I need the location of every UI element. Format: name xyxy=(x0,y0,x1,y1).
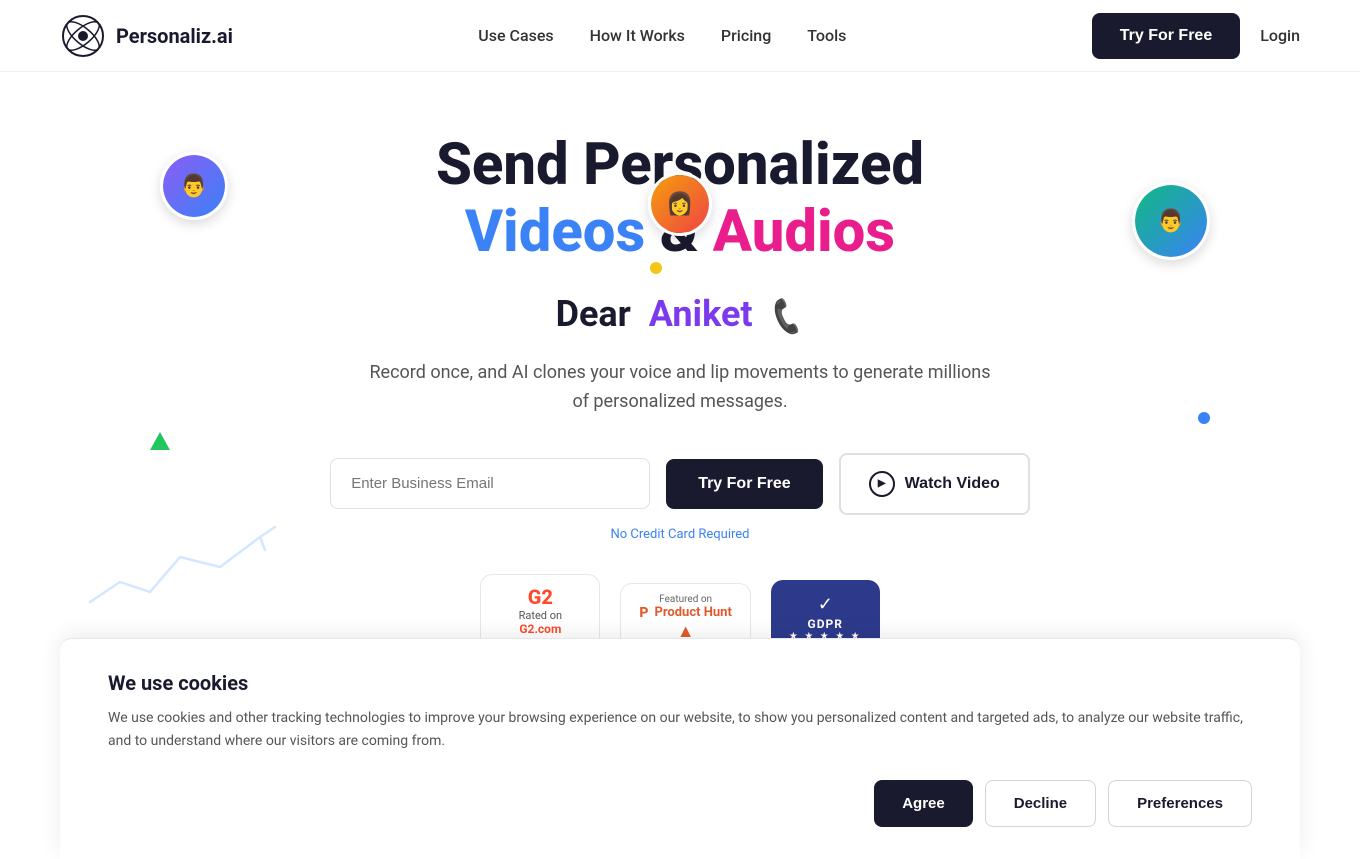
dot-blue-decor xyxy=(1198,412,1210,424)
navbar: Personaliz.ai Use Cases How It Works Pri… xyxy=(0,0,1360,72)
email-input[interactable] xyxy=(330,458,650,509)
avatar-left: 👨 xyxy=(160,152,228,220)
name-text: Aniket xyxy=(649,293,753,335)
cookie-preferences-button[interactable]: Preferences xyxy=(1108,780,1252,827)
nav-links: Use Cases How It Works Pricing Tools xyxy=(478,26,846,45)
g2-url: G2.com xyxy=(519,622,561,636)
gdpr-check-icon: ✓ xyxy=(818,594,833,615)
avatar-right: 👨 xyxy=(1132,182,1210,260)
cookie-title: We use cookies xyxy=(108,671,1252,695)
try-free-button[interactable]: Try For Free xyxy=(666,459,822,509)
hero-personal-line: Dear Aniket 📞 xyxy=(20,293,1340,335)
hero-section: 👩 👨 👨 Send Personalized Videos & Audios … xyxy=(0,72,1360,702)
triangle-green-decor xyxy=(150,432,170,450)
ph-name: Product Hunt xyxy=(654,605,731,620)
heading-videos: Videos xyxy=(465,198,645,266)
ph-featured-label: Featured on xyxy=(659,594,712,605)
g2-rated-label: Rated on xyxy=(519,609,562,622)
cta-row: Try For Free ▶ Watch Video xyxy=(20,453,1340,515)
cookie-body: We use cookies and other tracking techno… xyxy=(108,707,1252,752)
nav-try-button[interactable]: Try For Free xyxy=(1092,13,1240,59)
nav-use-cases[interactable]: Use Cases xyxy=(478,26,553,45)
logo-icon xyxy=(60,13,106,59)
nav-actions: Try For Free Login xyxy=(1092,13,1300,59)
hero-subtitle: Record once, and AI clones your voice an… xyxy=(20,359,1340,417)
gdpr-label: GDPR xyxy=(808,617,843,631)
cookie-agree-button[interactable]: Agree xyxy=(874,780,973,827)
nav-tools[interactable]: Tools xyxy=(807,26,846,45)
logo-text: Personaliz.ai xyxy=(116,24,233,48)
ph-logo: P xyxy=(639,605,648,621)
nav-pricing[interactable]: Pricing xyxy=(721,26,771,45)
avatar-top: 👩 xyxy=(648,172,712,236)
dear-text: Dear xyxy=(556,293,631,335)
nav-how-it-works[interactable]: How It Works xyxy=(590,26,685,45)
logo-link[interactable]: Personaliz.ai xyxy=(60,13,233,59)
watch-video-button[interactable]: ▶ Watch Video xyxy=(839,453,1030,515)
cookie-banner: We use cookies We use cookies and other … xyxy=(60,638,1300,859)
dot-yellow-decor xyxy=(650,262,662,274)
phone-icon: 📞 xyxy=(765,295,809,338)
nav-login-link[interactable]: Login xyxy=(1260,26,1300,45)
cookie-buttons: Agree Decline Preferences xyxy=(108,780,1252,827)
cookie-decline-button[interactable]: Decline xyxy=(985,780,1096,827)
heading-audios: Audios xyxy=(713,198,895,266)
chart-decoration xyxy=(80,522,280,622)
play-icon: ▶ xyxy=(869,471,895,497)
